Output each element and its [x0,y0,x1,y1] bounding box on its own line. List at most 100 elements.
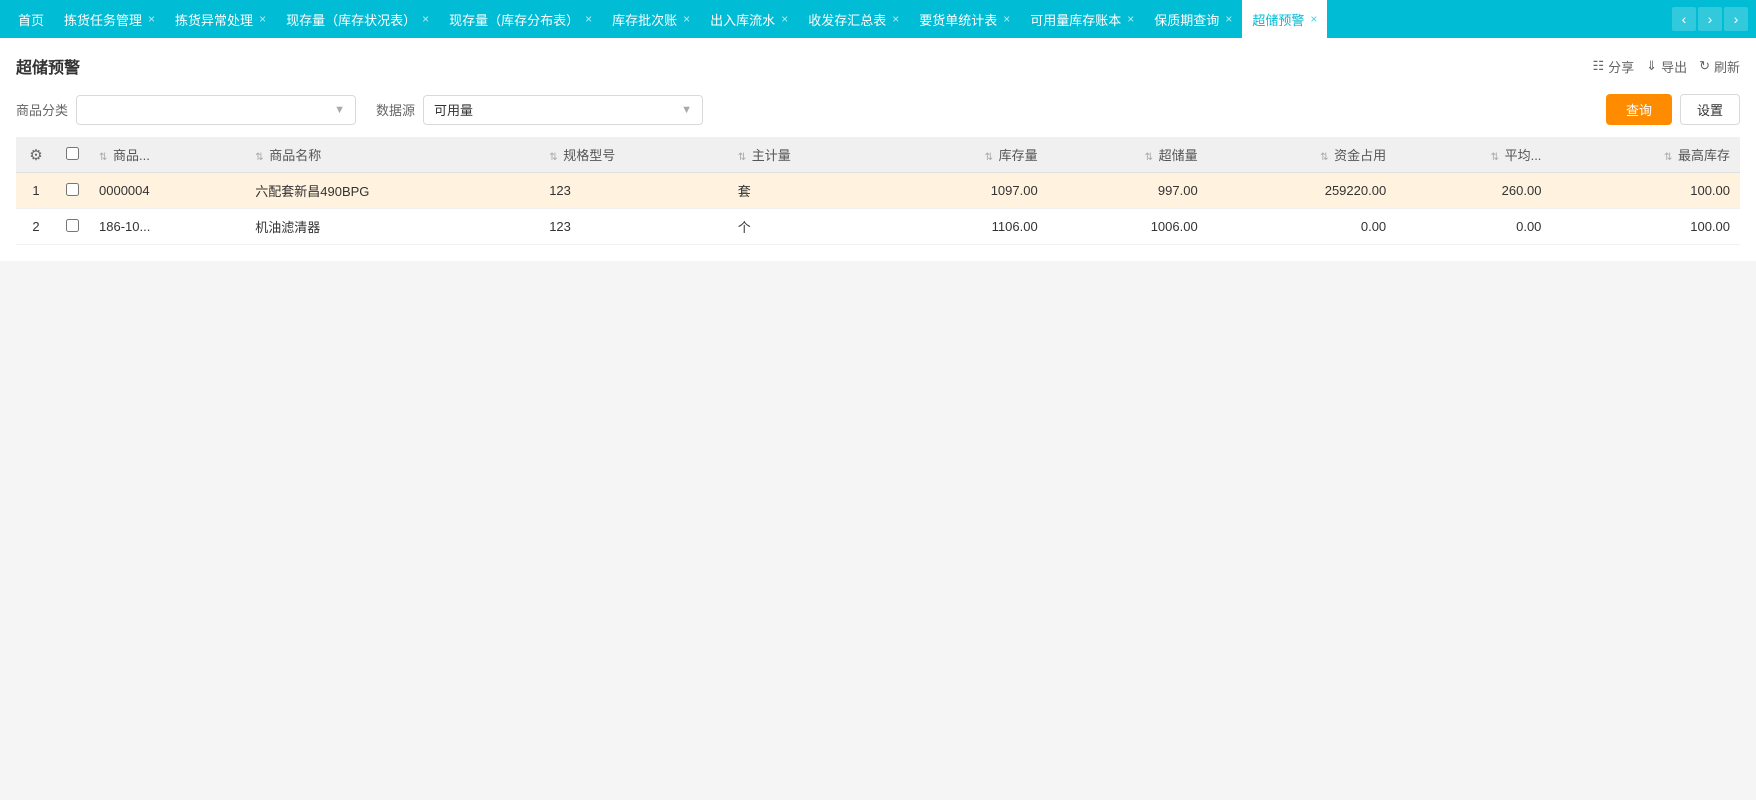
table-row[interactable]: 1 0000004 六配套新昌490BPG 123 套 1097.00 997.… [16,173,1740,209]
cell-avg: 0.00 [1396,209,1551,245]
close-icon[interactable]: × [892,12,899,26]
chevron-down-icon: ▼ [681,104,692,116]
col-capital[interactable]: ⇅ 资金占用 [1208,137,1396,173]
data-source-select[interactable]: 可用量 ▼ [423,95,703,125]
sort-icon: ⇅ [255,152,263,163]
refresh-button[interactable]: ↻ 刷新 [1699,57,1740,76]
query-button[interactable]: 查询 [1606,94,1672,125]
data-source-filter: 数据源 可用量 ▼ [376,95,703,125]
sort-icon: ⇅ [1320,152,1328,163]
nav-inventory-status[interactable]: 现存量（库存状况表） × [276,0,439,38]
close-icon[interactable]: × [683,12,690,26]
cell-product-name: 机油滤清器 [245,209,539,245]
cell-overstock: 997.00 [1048,173,1208,209]
cell-no: 1 [16,173,56,209]
nav-summary[interactable]: 收发存汇总表 × [798,0,909,38]
col-spec[interactable]: ⇅ 规格型号 [539,137,727,173]
select-all-checkbox[interactable] [66,147,79,160]
data-source-label: 数据源 [376,100,415,119]
close-icon[interactable]: × [585,12,592,26]
cell-spec: 123 [539,173,727,209]
col-no: ⚙ [16,137,56,173]
table-row[interactable]: 2 186-10... 机油滤清器 123 个 1106.00 1006.00 … [16,209,1740,245]
col-unit[interactable]: ⇅ 主计量 [728,137,888,173]
filter-buttons: 查询 设置 [1606,94,1740,125]
nav-exception-handling[interactable]: 拣货异常处理 × [165,0,276,38]
col-product-code[interactable]: ⇅ 商品... [89,137,245,173]
nav-task-management[interactable]: 拣货任务管理 × [54,0,165,38]
cell-overstock: 1006.00 [1048,209,1208,245]
cell-capital: 259220.00 [1208,173,1396,209]
table-body: 1 0000004 六配套新昌490BPG 123 套 1097.00 997.… [16,173,1740,245]
nav-prev-button[interactable]: ‹ [1672,7,1696,31]
col-avg[interactable]: ⇅ 平均... [1396,137,1551,173]
page-title: 超储预警 [16,54,80,78]
cell-product-code: 0000004 [89,173,245,209]
filter-area: 商品分类 ▼ 数据源 可用量 ▼ 查询 设置 [16,94,1740,125]
refresh-icon: ↻ [1699,58,1710,74]
nav-next-button[interactable]: › [1698,7,1722,31]
sort-icon: ⇅ [985,152,993,163]
share-button[interactable]: ☷ 分享 [1592,57,1634,76]
settings-button[interactable]: 设置 [1680,94,1740,125]
nav-home[interactable]: 首页 [8,0,54,38]
table-header: ⚙ ⇅ 商品... ⇅ 商品名称 ⇅ 规格型号 ⇅ [16,137,1740,173]
close-icon[interactable]: × [422,12,429,26]
col-product-name[interactable]: ⇅ 商品名称 [245,137,539,173]
cell-product-code: 186-10... [89,209,245,245]
cell-avg: 260.00 [1396,173,1551,209]
sort-icon: ⇅ [1664,152,1672,163]
product-category-select[interactable]: ▼ [76,95,356,125]
top-navigation: 首页 拣货任务管理 × 拣货异常处理 × 现存量（库存状况表） × 现存量（库存… [0,0,1756,38]
cell-stock: 1097.00 [888,173,1048,209]
sort-icon: ⇅ [1145,152,1153,163]
nav-demand-stats[interactable]: 要货单统计表 × [909,0,1020,38]
cell-no: 2 [16,209,56,245]
sort-icon: ⇅ [1491,152,1499,163]
cell-max-stock: 100.00 [1551,209,1740,245]
data-source-value: 可用量 [434,100,473,119]
cell-capital: 0.00 [1208,209,1396,245]
col-checkbox[interactable] [56,137,89,173]
row-checkbox[interactable] [66,219,79,232]
gear-icon[interactable]: ⚙ [29,147,42,164]
nav-menu-button[interactable]: › [1724,7,1748,31]
page-container: 超储预警 ☷ 分享 ⇓ 导出 ↻ 刷新 商品分类 ▼ 数据源 [0,38,1756,261]
col-stock[interactable]: ⇅ 库存量 [888,137,1048,173]
page-actions: ☷ 分享 ⇓ 导出 ↻ 刷新 [1592,57,1740,76]
nav-batch-account[interactable]: 库存批次账 × [602,0,700,38]
cell-checkbox[interactable] [56,209,89,245]
product-category-filter: 商品分类 ▼ [16,95,356,125]
nav-arrows: ‹ › › [1672,7,1748,31]
cell-product-name: 六配套新昌490BPG [245,173,539,209]
col-max-stock[interactable]: ⇅ 最高库存 [1551,137,1740,173]
nav-inventory-distribution[interactable]: 现存量（库存分布表） × [439,0,602,38]
nav-overstock-warning[interactable]: 超储预警 × [1242,0,1327,38]
sort-icon: ⇅ [549,152,557,163]
product-category-label: 商品分类 [16,100,68,119]
close-icon[interactable]: × [1003,12,1010,26]
nav-available-stock[interactable]: 可用量库存账本 × [1020,0,1144,38]
col-overstock[interactable]: ⇅ 超储量 [1048,137,1208,173]
export-button[interactable]: ⇓ 导出 [1646,57,1687,76]
export-icon: ⇓ [1646,58,1657,74]
close-icon[interactable]: × [1225,12,1232,26]
row-checkbox[interactable] [66,183,79,196]
close-icon[interactable]: × [1127,12,1134,26]
cell-spec: 123 [539,209,727,245]
sort-icon: ⇅ [738,152,746,163]
sort-icon: ⇅ [99,152,107,163]
close-icon[interactable]: × [1310,12,1317,26]
cell-unit: 个 [728,209,888,245]
cell-stock: 1106.00 [888,209,1048,245]
page-header: 超储预警 ☷ 分享 ⇓ 导出 ↻ 刷新 [16,54,1740,78]
cell-checkbox[interactable] [56,173,89,209]
close-icon[interactable]: × [259,12,266,26]
close-icon[interactable]: × [781,12,788,26]
nav-quality-period[interactable]: 保质期查询 × [1144,0,1242,38]
share-icon: ☷ [1592,58,1604,74]
nav-inout-flow[interactable]: 出入库流水 × [700,0,798,38]
cell-unit: 套 [728,173,888,209]
close-icon[interactable]: × [148,12,155,26]
cell-max-stock: 100.00 [1551,173,1740,209]
